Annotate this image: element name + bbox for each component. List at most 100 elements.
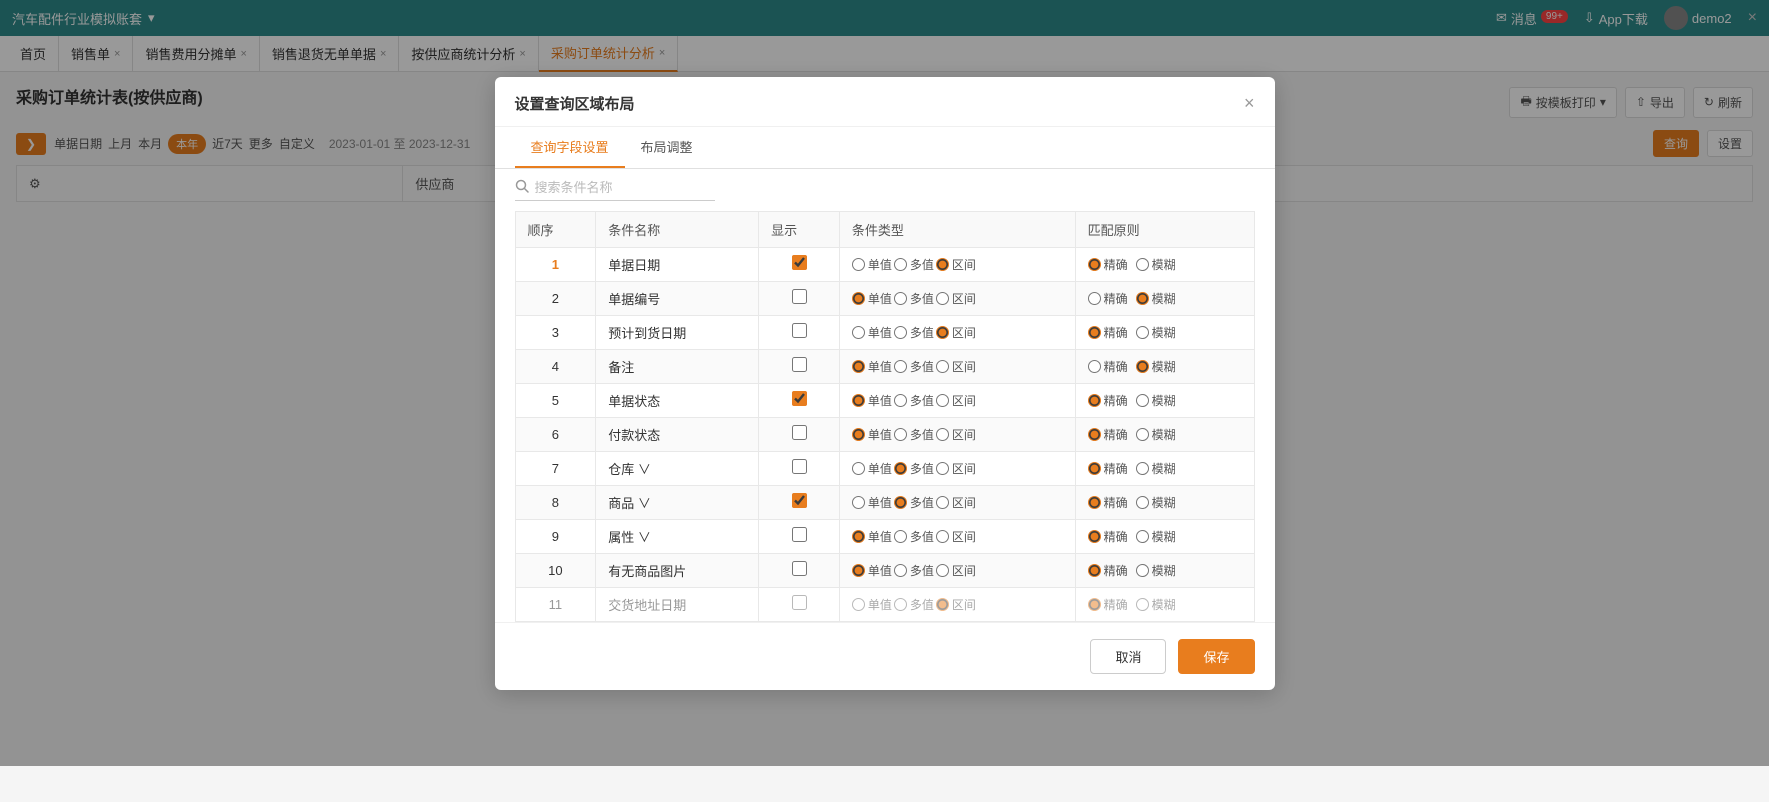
tab-query-fields[interactable]: 查询字段设置 [515, 127, 625, 168]
show-checkbox[interactable] [792, 323, 807, 338]
type-radio-option[interactable]: 多值 [894, 562, 934, 579]
type-radio-option[interactable]: 区间 [936, 596, 976, 613]
match-radio-option[interactable]: 精确 [1088, 426, 1128, 443]
type-radio-input[interactable] [852, 598, 865, 611]
match-radio-option[interactable]: 精确 [1088, 596, 1128, 613]
match-radio-input[interactable] [1088, 496, 1101, 509]
match-radio-option[interactable]: 精确 [1088, 358, 1128, 375]
match-radio-input[interactable] [1136, 360, 1149, 373]
type-radio-input[interactable] [852, 258, 865, 271]
match-radio-option[interactable]: 精确 [1088, 392, 1128, 409]
type-radio-input[interactable] [894, 258, 907, 271]
search-input[interactable] [535, 180, 695, 195]
type-radio-option[interactable]: 区间 [936, 562, 976, 579]
type-radio-option[interactable]: 区间 [936, 256, 976, 273]
match-radio-input[interactable] [1088, 530, 1101, 543]
type-radio-option[interactable]: 单值 [852, 324, 892, 341]
match-radio-option[interactable]: 精确 [1088, 528, 1128, 545]
match-radio-option[interactable]: 精确 [1088, 324, 1128, 341]
type-radio-input[interactable] [936, 530, 949, 543]
type-radio-option[interactable]: 区间 [936, 290, 976, 307]
type-radio-option[interactable]: 多值 [894, 392, 934, 409]
match-radio-option[interactable]: 模糊 [1136, 596, 1176, 613]
match-radio-input[interactable] [1136, 394, 1149, 407]
match-radio-input[interactable] [1088, 258, 1101, 271]
match-radio-input[interactable] [1088, 394, 1101, 407]
match-radio-input[interactable] [1088, 462, 1101, 475]
type-radio-option[interactable]: 多值 [894, 256, 934, 273]
type-radio-input[interactable] [936, 462, 949, 475]
type-radio-input[interactable] [852, 428, 865, 441]
type-radio-option[interactable]: 单值 [852, 528, 892, 545]
match-radio-option[interactable]: 模糊 [1136, 528, 1176, 545]
show-checkbox[interactable] [792, 459, 807, 474]
type-radio-option[interactable]: 区间 [936, 528, 976, 545]
match-radio-option[interactable]: 精确 [1088, 290, 1128, 307]
match-radio-option[interactable]: 精确 [1088, 494, 1128, 511]
type-radio-input[interactable] [852, 462, 865, 475]
cancel-button[interactable]: 取消 [1090, 639, 1166, 674]
match-radio-option[interactable]: 模糊 [1136, 392, 1176, 409]
match-radio-option[interactable]: 模糊 [1136, 494, 1176, 511]
type-radio-input[interactable] [894, 564, 907, 577]
type-radio-option[interactable]: 多值 [894, 494, 934, 511]
match-radio-option[interactable]: 模糊 [1136, 460, 1176, 477]
type-radio-input[interactable] [894, 326, 907, 339]
show-checkbox[interactable] [792, 527, 807, 542]
type-radio-option[interactable]: 单值 [852, 426, 892, 443]
match-radio-input[interactable] [1136, 326, 1149, 339]
type-radio-option[interactable]: 区间 [936, 426, 976, 443]
type-radio-input[interactable] [852, 292, 865, 305]
type-radio-option[interactable]: 多值 [894, 528, 934, 545]
type-radio-input[interactable] [852, 496, 865, 509]
type-radio-input[interactable] [852, 326, 865, 339]
match-radio-input[interactable] [1136, 462, 1149, 475]
type-radio-option[interactable]: 区间 [936, 494, 976, 511]
type-radio-input[interactable] [852, 564, 865, 577]
type-radio-option[interactable]: 区间 [936, 358, 976, 375]
type-radio-input[interactable] [894, 428, 907, 441]
match-radio-input[interactable] [1136, 496, 1149, 509]
type-radio-option[interactable]: 单值 [852, 358, 892, 375]
type-radio-option[interactable]: 区间 [936, 460, 976, 477]
match-radio-input[interactable] [1088, 326, 1101, 339]
show-checkbox[interactable] [792, 289, 807, 304]
match-radio-input[interactable] [1136, 428, 1149, 441]
match-radio-input[interactable] [1136, 258, 1149, 271]
match-radio-option[interactable]: 模糊 [1136, 324, 1176, 341]
type-radio-option[interactable]: 区间 [936, 324, 976, 341]
type-radio-input[interactable] [936, 598, 949, 611]
show-checkbox[interactable] [792, 255, 807, 270]
show-checkbox[interactable] [792, 425, 807, 440]
show-checkbox[interactable] [792, 493, 807, 508]
show-checkbox[interactable] [792, 391, 807, 406]
type-radio-input[interactable] [852, 394, 865, 407]
match-radio-option[interactable]: 模糊 [1136, 358, 1176, 375]
type-radio-input[interactable] [936, 394, 949, 407]
match-radio-input[interactable] [1088, 428, 1101, 441]
match-radio-input[interactable] [1136, 292, 1149, 305]
save-button[interactable]: 保存 [1178, 639, 1254, 674]
type-radio-input[interactable] [936, 292, 949, 305]
type-radio-option[interactable]: 单值 [852, 460, 892, 477]
type-radio-input[interactable] [936, 258, 949, 271]
type-radio-option[interactable]: 多值 [894, 324, 934, 341]
match-radio-input[interactable] [1088, 598, 1101, 611]
match-radio-input[interactable] [1136, 598, 1149, 611]
type-radio-option[interactable]: 单值 [852, 392, 892, 409]
type-radio-option[interactable]: 多值 [894, 290, 934, 307]
type-radio-option[interactable]: 多值 [894, 596, 934, 613]
type-radio-input[interactable] [936, 496, 949, 509]
match-radio-option[interactable]: 模糊 [1136, 562, 1176, 579]
match-radio-option[interactable]: 精确 [1088, 562, 1128, 579]
type-radio-input[interactable] [894, 598, 907, 611]
match-radio-input[interactable] [1136, 564, 1149, 577]
show-checkbox[interactable] [792, 595, 807, 610]
type-radio-input[interactable] [936, 326, 949, 339]
type-radio-input[interactable] [936, 428, 949, 441]
match-radio-option[interactable]: 精确 [1088, 460, 1128, 477]
type-radio-input[interactable] [936, 564, 949, 577]
type-radio-option[interactable]: 多值 [894, 460, 934, 477]
type-radio-input[interactable] [852, 360, 865, 373]
type-radio-input[interactable] [894, 462, 907, 475]
